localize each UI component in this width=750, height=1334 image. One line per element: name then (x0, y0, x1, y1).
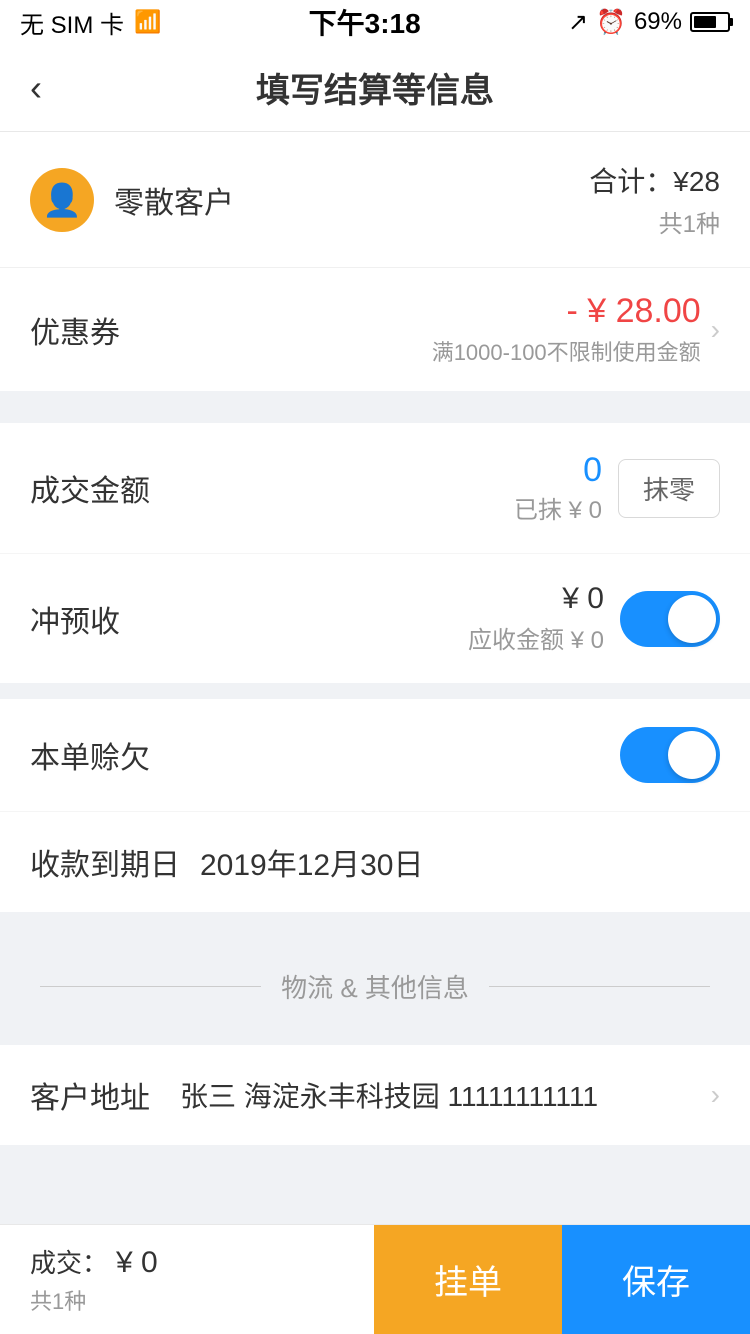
line-right (489, 986, 710, 987)
save-button[interactable]: 保存 (562, 1225, 750, 1334)
transaction-label: 成交金额 (30, 466, 150, 510)
erase-button[interactable]: 抹零 (618, 459, 720, 518)
battery-text: 69% (634, 8, 682, 36)
logistics-title: 物流 & 其他信息 (281, 968, 469, 1005)
bottom-bar: 成交： ¥ 0 共1种 挂单 保存 (0, 1224, 750, 1334)
bottom-deal-label: 成交： (30, 1243, 108, 1280)
customer-name: 零散客户 (114, 178, 234, 222)
transaction-row: 成交金额 0 已抹 ¥ 0 抹零 (0, 423, 750, 554)
transaction-section: 成交金额 0 已抹 ¥ 0 抹零 冲预收 ¥ 0 应收金额 ¥ 0 (0, 423, 750, 683)
chevron-right-icon: › (711, 314, 720, 346)
transaction-amount[interactable]: 0 (562, 451, 602, 490)
coupon-row[interactable]: 优惠券 - ¥ 28.00 满1000-100不限制使用金额 › (0, 267, 750, 391)
divider-1 (0, 407, 750, 423)
debit-toggle-knob (668, 731, 716, 779)
debit-toggle[interactable] (620, 727, 720, 783)
back-button[interactable]: ‹ (30, 67, 42, 109)
coupon-amount: - ¥ 28.00 (432, 292, 701, 331)
address-section: 客户地址 张三 海淀永丰科技园 11111111111 › (0, 1045, 750, 1145)
bottom-deal-row: 成交： ¥ 0 (30, 1243, 344, 1280)
debit-section: 本单赊欠 收款到期日 2019年12月30日 (0, 699, 750, 912)
coupon-right: - ¥ 28.00 满1000-100不限制使用金额 › (432, 292, 720, 367)
duedate-row: 收款到期日 2019年12月30日 (0, 811, 750, 912)
customer-total: 合计：¥28 共1种 (589, 160, 720, 239)
address-value: 张三 海淀永丰科技园 11111111111 (180, 1075, 701, 1115)
prepay-amount: ¥ 0 (468, 582, 604, 616)
logistics-section: 物流 & 其他信息 (0, 944, 750, 1029)
prepay-right: ¥ 0 应收金额 ¥ 0 (468, 582, 720, 655)
bottom-deal-amount: ¥ 0 (116, 1246, 158, 1280)
prepay-sub: 应收金额 ¥ 0 (468, 620, 604, 655)
hold-button[interactable]: 挂单 (374, 1225, 562, 1334)
nav-bar: ‹ 填写结算等信息 (0, 44, 750, 132)
prepay-toggle[interactable] (620, 591, 720, 647)
toggle-knob (668, 595, 716, 643)
page-title: 填写结算等信息 (256, 63, 494, 112)
transaction-sub: 已抹 ¥ 0 (514, 490, 602, 525)
avatar-icon: 👤 (42, 181, 82, 219)
debit-label: 本单赊欠 (30, 733, 150, 777)
avatar: 👤 (30, 168, 94, 232)
prepay-amounts: ¥ 0 应收金额 ¥ 0 (468, 582, 604, 655)
location-icon: ↗ (568, 8, 588, 37)
coupon-description: 满1000-100不限制使用金额 (432, 335, 701, 367)
divider-3 (0, 928, 750, 944)
line-left (40, 986, 261, 987)
bottom-deal-count: 共1种 (30, 1284, 344, 1316)
transaction-right: 0 已抹 ¥ 0 抹零 (514, 451, 720, 525)
prepay-row: 冲预收 ¥ 0 应收金额 ¥ 0 (0, 554, 750, 683)
coupon-label: 优惠券 (30, 308, 120, 352)
divider-2 (0, 683, 750, 699)
alarm-icon: ⏰ (596, 8, 626, 37)
status-right: ↗ ⏰ 69% (568, 8, 730, 37)
status-left: 无 SIM 卡 📶 (20, 5, 161, 40)
bottom-info: 成交： ¥ 0 共1种 (0, 1243, 374, 1316)
status-time: 下午3:18 (309, 2, 421, 42)
duedate-label: 收款到期日 (30, 840, 180, 884)
address-label: 客户地址 (30, 1073, 170, 1117)
main-content: 👤 零散客户 合计：¥28 共1种 优惠券 - ¥ 28.00 满1000-10… (0, 132, 750, 1265)
customer-info: 👤 零散客户 (30, 168, 234, 232)
battery-icon (690, 12, 730, 32)
transaction-col: 0 已抹 ¥ 0 (514, 451, 602, 525)
address-chevron-icon: › (711, 1079, 720, 1111)
customer-row: 👤 零散客户 合计：¥28 共1种 (0, 132, 750, 267)
debit-row: 本单赊欠 (0, 699, 750, 811)
customer-section: 👤 零散客户 合计：¥28 共1种 优惠券 - ¥ 28.00 满1000-10… (0, 132, 750, 391)
total-count: 共1种 (589, 204, 720, 239)
logistics-header: 物流 & 其他信息 (0, 968, 750, 1005)
prepay-label: 冲预收 (30, 597, 120, 641)
status-bar: 无 SIM 卡 📶 下午3:18 ↗ ⏰ 69% (0, 0, 750, 44)
coupon-info: - ¥ 28.00 满1000-100不限制使用金额 (432, 292, 701, 367)
address-row[interactable]: 客户地址 张三 海淀永丰科技园 11111111111 › (0, 1045, 750, 1145)
total-amount: 合计：¥28 (589, 160, 720, 200)
wifi-icon: 📶 (134, 9, 161, 35)
carrier-text: 无 SIM 卡 (20, 5, 124, 40)
duedate-value: 2019年12月30日 (200, 840, 423, 884)
